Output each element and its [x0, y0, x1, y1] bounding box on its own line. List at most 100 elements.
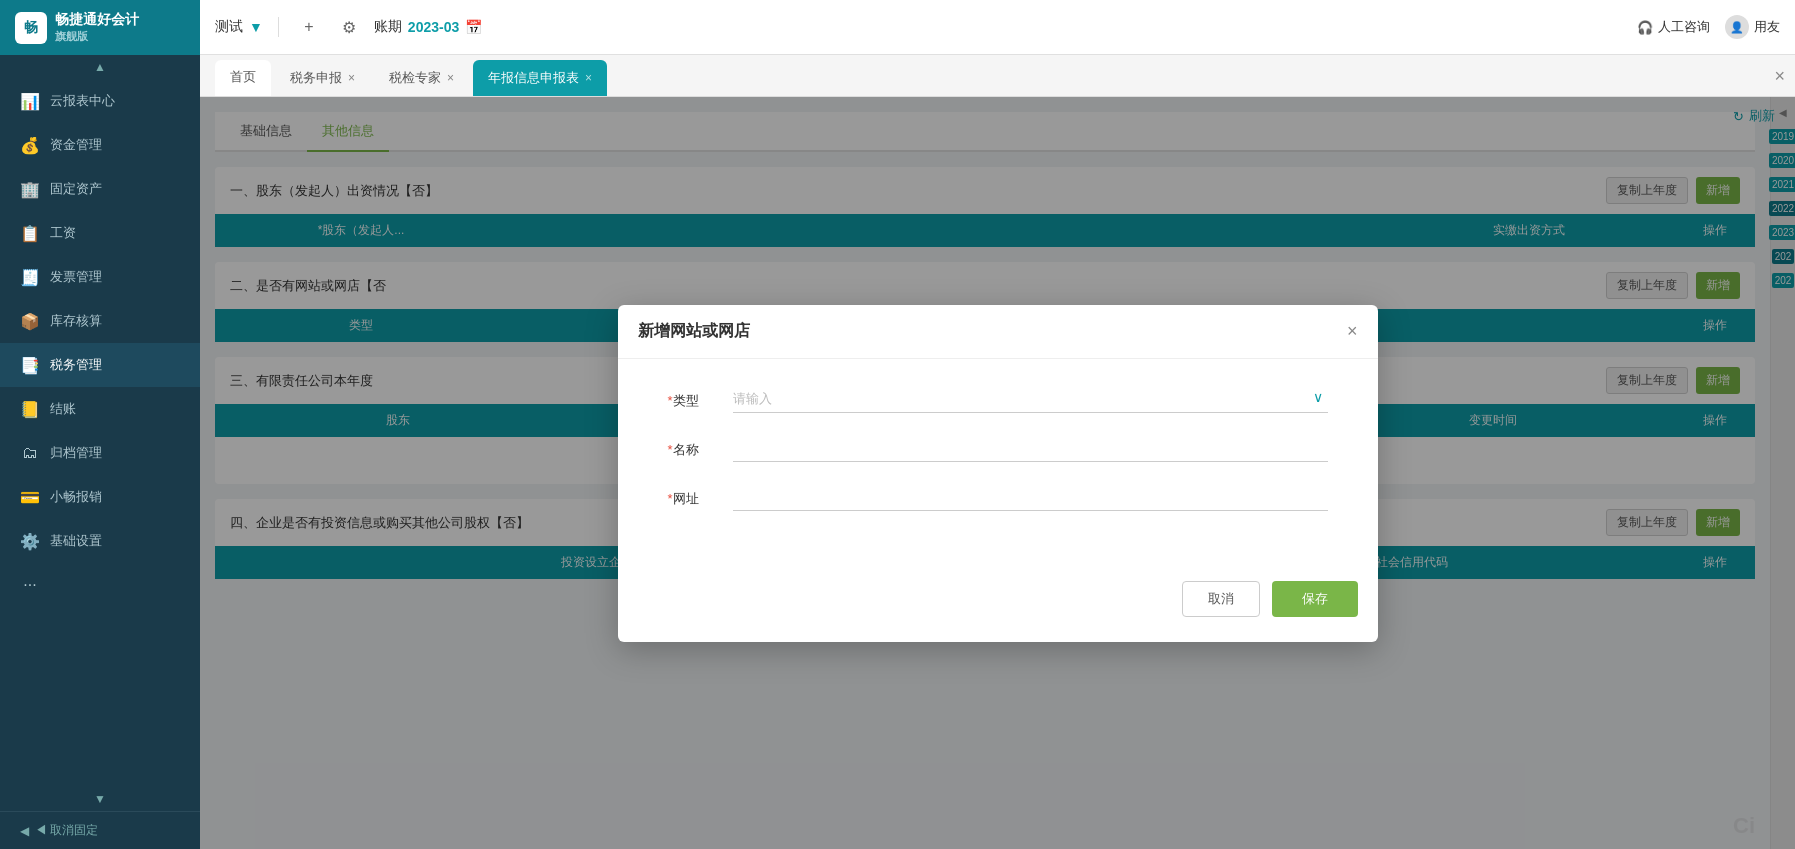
sidebar-item-label: 发票管理 — [50, 268, 102, 286]
sidebar-item-label: 固定资产 — [50, 180, 102, 198]
url-label: *网址 — [668, 490, 718, 508]
dialog-overlay: 新增网站或网店 × *类型 ∨ — [200, 97, 1795, 849]
accounting-icon: 📒 — [20, 399, 40, 419]
form-row-url: *网址 — [668, 487, 1328, 511]
tab-tax-report[interactable]: 税务申报 × — [275, 60, 370, 96]
topbar-separator — [278, 17, 279, 37]
sidebar-item-more[interactable]: ··· — [0, 563, 200, 607]
content-area: 基础信息 其他信息 ↻ 刷新 一、股东（发起人）出资情况【否】 — [200, 97, 1795, 849]
sidebar-item-label: 归档管理 — [50, 444, 102, 462]
dialog-title: 新增网站或网店 — [638, 321, 750, 342]
settings-button[interactable]: ⚙ — [334, 12, 364, 42]
period-display: 账期 2023-03 📅 — [374, 18, 482, 36]
sidebar-item-label: 小畅报销 — [50, 488, 102, 506]
sidebar-item-accounting[interactable]: 📒 结账 — [0, 387, 200, 431]
tab-annual-report-label: 年报信息申报表 — [488, 69, 579, 87]
headset-icon: 🎧 — [1637, 20, 1653, 35]
sidebar-item-fixed-assets[interactable]: 🏢 固定资产 — [0, 167, 200, 211]
sidebar-unpin-btn[interactable]: ◀ ◀ 取消固定 — [0, 811, 200, 849]
user-icon: 👤 — [1725, 15, 1749, 39]
sidebar-item-cloud-report[interactable]: 📊 云报表中心 — [0, 79, 200, 123]
sidebar-item-payroll[interactable]: 📋 工资 — [0, 211, 200, 255]
form-row-type: *类型 ∨ — [668, 389, 1328, 413]
main-area: 测试 ▼ + ⚙ 账期 2023-03 📅 🎧 人工咨询 � — [200, 0, 1795, 849]
app-subtitle: 旗舰版 — [55, 29, 139, 44]
tax-icon: 📑 — [20, 355, 40, 375]
tab-tax-inspect[interactable]: 税检专家 × — [374, 60, 469, 96]
sidebar-item-label: 云报表中心 — [50, 92, 115, 110]
cancel-button[interactable]: 取消 — [1182, 581, 1260, 617]
window-close-btn[interactable]: × — [1774, 65, 1785, 86]
calendar-icon[interactable]: 📅 — [465, 19, 482, 35]
required-marker: * — [668, 393, 673, 408]
form-row-name: *名称 — [668, 438, 1328, 462]
service-button[interactable]: 🎧 人工咨询 — [1637, 18, 1710, 36]
topbar: 测试 ▼ + ⚙ 账期 2023-03 📅 🎧 人工咨询 � — [200, 0, 1795, 55]
save-button[interactable]: 保存 — [1272, 581, 1358, 617]
sidebar-item-label: 基础设置 — [50, 532, 102, 550]
cloud-report-icon: 📊 — [20, 91, 40, 111]
user-menu[interactable]: 👤 用友 — [1725, 15, 1780, 39]
unpin-icon: ◀ — [20, 824, 29, 838]
more-icon: ··· — [20, 575, 40, 595]
sidebar-item-label: 税务管理 — [50, 356, 102, 374]
sidebar-item-tax[interactable]: 📑 税务管理 — [0, 343, 200, 387]
invoice-icon: 🧾 — [20, 267, 40, 287]
tab-home-label: 首页 — [230, 68, 256, 86]
sidebar-item-fund-mgmt[interactable]: 💰 资金管理 — [0, 123, 200, 167]
payroll-icon: 📋 — [20, 223, 40, 243]
app-logo: 畅 畅捷通好会计 旗舰版 — [0, 0, 200, 55]
sidebar-item-small-report[interactable]: 💳 小畅报销 — [0, 475, 200, 519]
tab-tax-inspect-close[interactable]: × — [447, 71, 454, 85]
sidebar-item-label: 工资 — [50, 224, 76, 242]
period-label: 账期 — [374, 18, 402, 36]
type-input[interactable] — [733, 389, 1328, 408]
settings-icon: ⚙️ — [20, 531, 40, 551]
archive-icon: 🗂 — [20, 443, 40, 463]
sidebar-item-inventory[interactable]: 📦 库存核算 — [0, 299, 200, 343]
tab-home[interactable]: 首页 — [215, 60, 271, 96]
required-marker2: * — [668, 442, 673, 457]
dialog-footer: 取消 保存 — [618, 566, 1378, 642]
dialog-body: *类型 ∨ *名称 — [618, 359, 1378, 566]
sidebar-item-label: 结账 — [50, 400, 76, 418]
tab-annual-report[interactable]: 年报信息申报表 × — [473, 60, 607, 96]
sidebar-item-label: 资金管理 — [50, 136, 102, 154]
type-dropdown-icon: ∨ — [1313, 389, 1323, 405]
name-input[interactable] — [733, 438, 1328, 457]
type-label: *类型 — [668, 392, 718, 410]
company-selector[interactable]: 测试 ▼ — [215, 18, 263, 36]
dialog-header: 新增网站或网店 × — [618, 305, 1378, 359]
sidebar-item-invoice[interactable]: 🧾 发票管理 — [0, 255, 200, 299]
tab-tax-inspect-label: 税检专家 — [389, 69, 441, 87]
sidebar-scroll-up[interactable]: ▲ — [0, 55, 200, 79]
sidebar-item-archive[interactable]: 🗂 归档管理 — [0, 431, 200, 475]
company-dropdown-icon: ▼ — [249, 19, 263, 35]
logo-icon: 畅 — [15, 12, 47, 44]
name-label: *名称 — [668, 441, 718, 459]
sidebar-scroll-down[interactable]: ▼ — [0, 787, 200, 811]
inventory-icon: 📦 — [20, 311, 40, 331]
small-report-icon: 💳 — [20, 487, 40, 507]
add-button[interactable]: + — [294, 12, 324, 42]
name-input-wrap — [733, 438, 1328, 462]
company-name: 测试 — [215, 18, 243, 36]
sidebar-item-label: 库存核算 — [50, 312, 102, 330]
period-value: 2023-03 — [408, 19, 459, 35]
fixed-assets-icon: 🏢 — [20, 179, 40, 199]
sidebar-nav: 📊 云报表中心 💰 资金管理 🏢 固定资产 📋 工资 🧾 发票管理 📦 — [0, 79, 200, 787]
required-marker3: * — [668, 491, 673, 506]
tabbar: 首页 税务申报 × 税检专家 × 年报信息申报表 × × — [200, 55, 1795, 97]
url-input[interactable] — [733, 487, 1328, 506]
sidebar-item-settings[interactable]: ⚙️ 基础设置 — [0, 519, 200, 563]
add-website-dialog: 新增网站或网店 × *类型 ∨ — [618, 305, 1378, 642]
app-title: 畅捷通好会计 — [55, 11, 139, 29]
sidebar: 畅 畅捷通好会计 旗舰版 ▲ 📊 云报表中心 💰 资金管理 🏢 固定资产 📋 — [0, 0, 200, 849]
tab-tax-report-label: 税务申报 — [290, 69, 342, 87]
tab-tax-report-close[interactable]: × — [348, 71, 355, 85]
dialog-close-btn[interactable]: × — [1347, 321, 1358, 342]
fund-icon: 💰 — [20, 135, 40, 155]
type-input-wrap: ∨ — [733, 389, 1328, 413]
tab-annual-report-close[interactable]: × — [585, 71, 592, 85]
topbar-right: 🎧 人工咨询 👤 用友 — [1637, 15, 1780, 39]
